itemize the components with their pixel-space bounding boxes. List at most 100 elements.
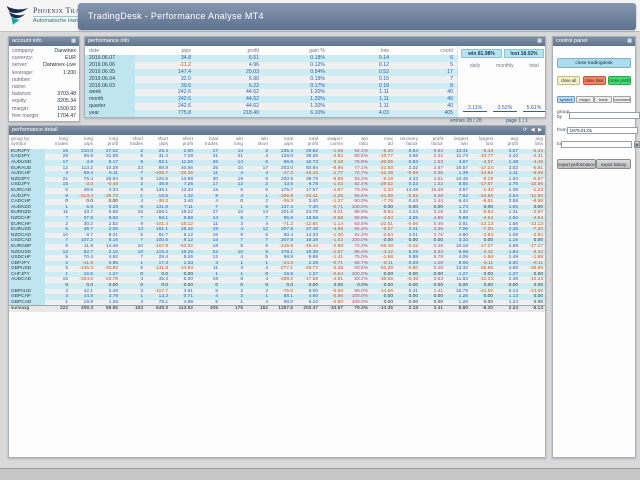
cell-value: 242.6 bbox=[135, 89, 195, 97]
account-field-value: 3205.34 bbox=[57, 98, 76, 105]
column-header[interactable]: gain % bbox=[263, 46, 329, 55]
column-header[interactable]: win short bbox=[245, 135, 270, 149]
column-header[interactable]: avg loss bbox=[520, 135, 545, 149]
group-by-input[interactable] bbox=[569, 111, 640, 119]
cell-value: 222 bbox=[45, 305, 70, 313]
column-header[interactable]: win long bbox=[220, 135, 245, 149]
cell-date: year bbox=[85, 110, 135, 117]
close-profit-button[interactable]: close profit bbox=[608, 76, 631, 85]
account-field-label: leverage: bbox=[12, 69, 34, 76]
cell-value: 34.8 bbox=[135, 55, 195, 62]
prev-page-icon[interactable]: ◀ bbox=[531, 127, 535, 133]
cell-value: 0.54% bbox=[263, 68, 329, 76]
account-field-label: server: bbox=[12, 62, 28, 69]
column-header[interactable]: profit factor bbox=[420, 135, 445, 149]
cell-date: 2019.06.06 bbox=[85, 61, 135, 69]
cell-value: 8 bbox=[393, 82, 457, 90]
column-header[interactable]: date bbox=[85, 46, 135, 55]
refresh-icon[interactable]: ⟳ bbox=[523, 127, 527, 133]
column-header[interactable]: swaps+ comm bbox=[320, 135, 345, 149]
sum-row: sum/avg 222 408.3 89.85 183 849.3 113.62 405 179… bbox=[9, 305, 545, 313]
cell-value: -11.2 bbox=[135, 61, 195, 69]
column-header[interactable]: count bbox=[393, 46, 457, 55]
account-info-title-bar: account info ▦ bbox=[9, 37, 79, 46]
account-info-rows: company: Darwinex currency: EUR server: Darwi… bbox=[9, 46, 79, 122]
cell-date: 2019.06.05 bbox=[85, 68, 135, 76]
performance-detail-title-bar: performance detail ⟳ ◀ ▶ bbox=[9, 126, 545, 135]
cell-date: 2019.06.03 bbox=[85, 82, 135, 90]
to-date-input[interactable] bbox=[561, 141, 633, 148]
column-header[interactable]: short profit bbox=[170, 135, 195, 149]
column-header[interactable]: short trades bbox=[120, 135, 145, 149]
panel-menu-icon[interactable]: ▦ bbox=[71, 38, 76, 44]
cell-date: 2019.06.07 bbox=[85, 55, 135, 62]
cell-value: 20.03 bbox=[195, 68, 263, 76]
toggle-magic[interactable]: magic bbox=[575, 96, 594, 103]
column-header[interactable]: lots bbox=[329, 46, 393, 55]
cell-value: 89.85 bbox=[95, 305, 120, 313]
column-header[interactable]: total profit bbox=[295, 135, 320, 149]
next-page-icon[interactable]: ▶ bbox=[538, 127, 542, 133]
cell-value: 849.3 bbox=[145, 305, 170, 313]
export-history-button[interactable]: export history bbox=[596, 159, 631, 169]
cell-value: 40 bbox=[393, 103, 457, 110]
column-header[interactable]: avg profit bbox=[495, 135, 520, 149]
export-performance-button[interactable]: export performance bbox=[557, 159, 596, 169]
cell-value: 5 bbox=[393, 61, 457, 69]
account-field-label: equity: bbox=[12, 98, 28, 105]
cell-value: 0.18% bbox=[263, 55, 329, 62]
toggle-symbol[interactable]: symbol bbox=[557, 96, 575, 103]
cell-symbol: sum/avg bbox=[9, 305, 45, 313]
account-field-label: balance: bbox=[12, 91, 32, 98]
performance-detail-title: performance detail bbox=[12, 127, 58, 133]
column-header[interactable]: max dd bbox=[370, 135, 395, 149]
performance-detail-panel: performance detail ⟳ ◀ ▶ group by symbol l… bbox=[8, 125, 546, 458]
column-header[interactable]: long trades bbox=[45, 135, 70, 149]
cell-value: 152 bbox=[245, 305, 270, 313]
to-date-picker-icon[interactable]: ▦ bbox=[634, 141, 640, 148]
cell-value: 405 bbox=[393, 110, 457, 117]
column-header[interactable]: pips bbox=[135, 46, 195, 55]
account-info-row: company: Darwinex bbox=[12, 48, 76, 55]
account-info-row: margin: 1500.92 bbox=[12, 106, 76, 113]
toggle-trade[interactable]: trade bbox=[594, 96, 613, 103]
column-header[interactable]: long profit bbox=[95, 135, 120, 149]
panel-menu-icon[interactable]: ▦ bbox=[537, 38, 542, 44]
column-header[interactable]: largest win bbox=[445, 135, 470, 149]
column-header[interactable]: total trades bbox=[195, 135, 220, 149]
cell-value: 242.6 bbox=[135, 96, 195, 104]
close-tradingdesk-button[interactable]: close tradingdesk bbox=[557, 58, 631, 68]
column-header[interactable]: group by symbol bbox=[9, 135, 45, 149]
group-by-label: group by bbox=[557, 110, 570, 120]
column-header[interactable]: total pips bbox=[270, 135, 295, 149]
cell-value: 183 bbox=[120, 305, 145, 313]
toggle-comment[interactable]: comment bbox=[612, 96, 631, 103]
column-header[interactable]: win ratio bbox=[345, 135, 370, 149]
cell-value: 7 bbox=[393, 75, 457, 83]
close-all-button[interactable]: close all bbox=[557, 76, 580, 85]
cell-value: 44.62 bbox=[195, 89, 263, 97]
account-info-row: leverage: 1:200 bbox=[12, 70, 76, 77]
account-info-row: server: Darwinex-Live bbox=[12, 62, 76, 69]
win-ratio-badge: win 81.98% bbox=[461, 49, 502, 58]
summary-values: 3.11% 3.52% 5.61% bbox=[458, 105, 546, 112]
column-header[interactable]: largest lost bbox=[470, 135, 495, 149]
panel-menu-icon[interactable]: ▦ bbox=[627, 38, 632, 44]
cell-value: 405 bbox=[195, 305, 220, 313]
cell-value: 1257.6 bbox=[270, 305, 295, 313]
account-info-row: free margin: 1704.47 bbox=[12, 113, 76, 120]
cell-value: 0.19% bbox=[263, 75, 329, 83]
performance-info-panel: performance info ▦ date pips profit gain % l… bbox=[84, 36, 546, 118]
performance-info-header-row: date pips profit gain % lots count bbox=[85, 46, 457, 55]
column-header[interactable]: long pips bbox=[70, 135, 95, 149]
cell-date: month bbox=[85, 96, 135, 104]
close-loss-button[interactable]: close loss bbox=[582, 76, 606, 85]
account-info-row: balance: 3703.48 bbox=[12, 91, 76, 98]
account-field-label: margin: bbox=[12, 105, 30, 112]
from-date-input[interactable] bbox=[566, 127, 638, 134]
column-header[interactable]: profit bbox=[195, 46, 263, 55]
account-info-row: equity: 3205.34 bbox=[12, 98, 76, 105]
column-header[interactable]: short pips bbox=[145, 135, 170, 149]
column-header[interactable]: recovery factor bbox=[395, 135, 420, 149]
performance-info-row: 2019.06.04 32.0 6.90 0.19% 0.15 7 bbox=[85, 75, 457, 83]
